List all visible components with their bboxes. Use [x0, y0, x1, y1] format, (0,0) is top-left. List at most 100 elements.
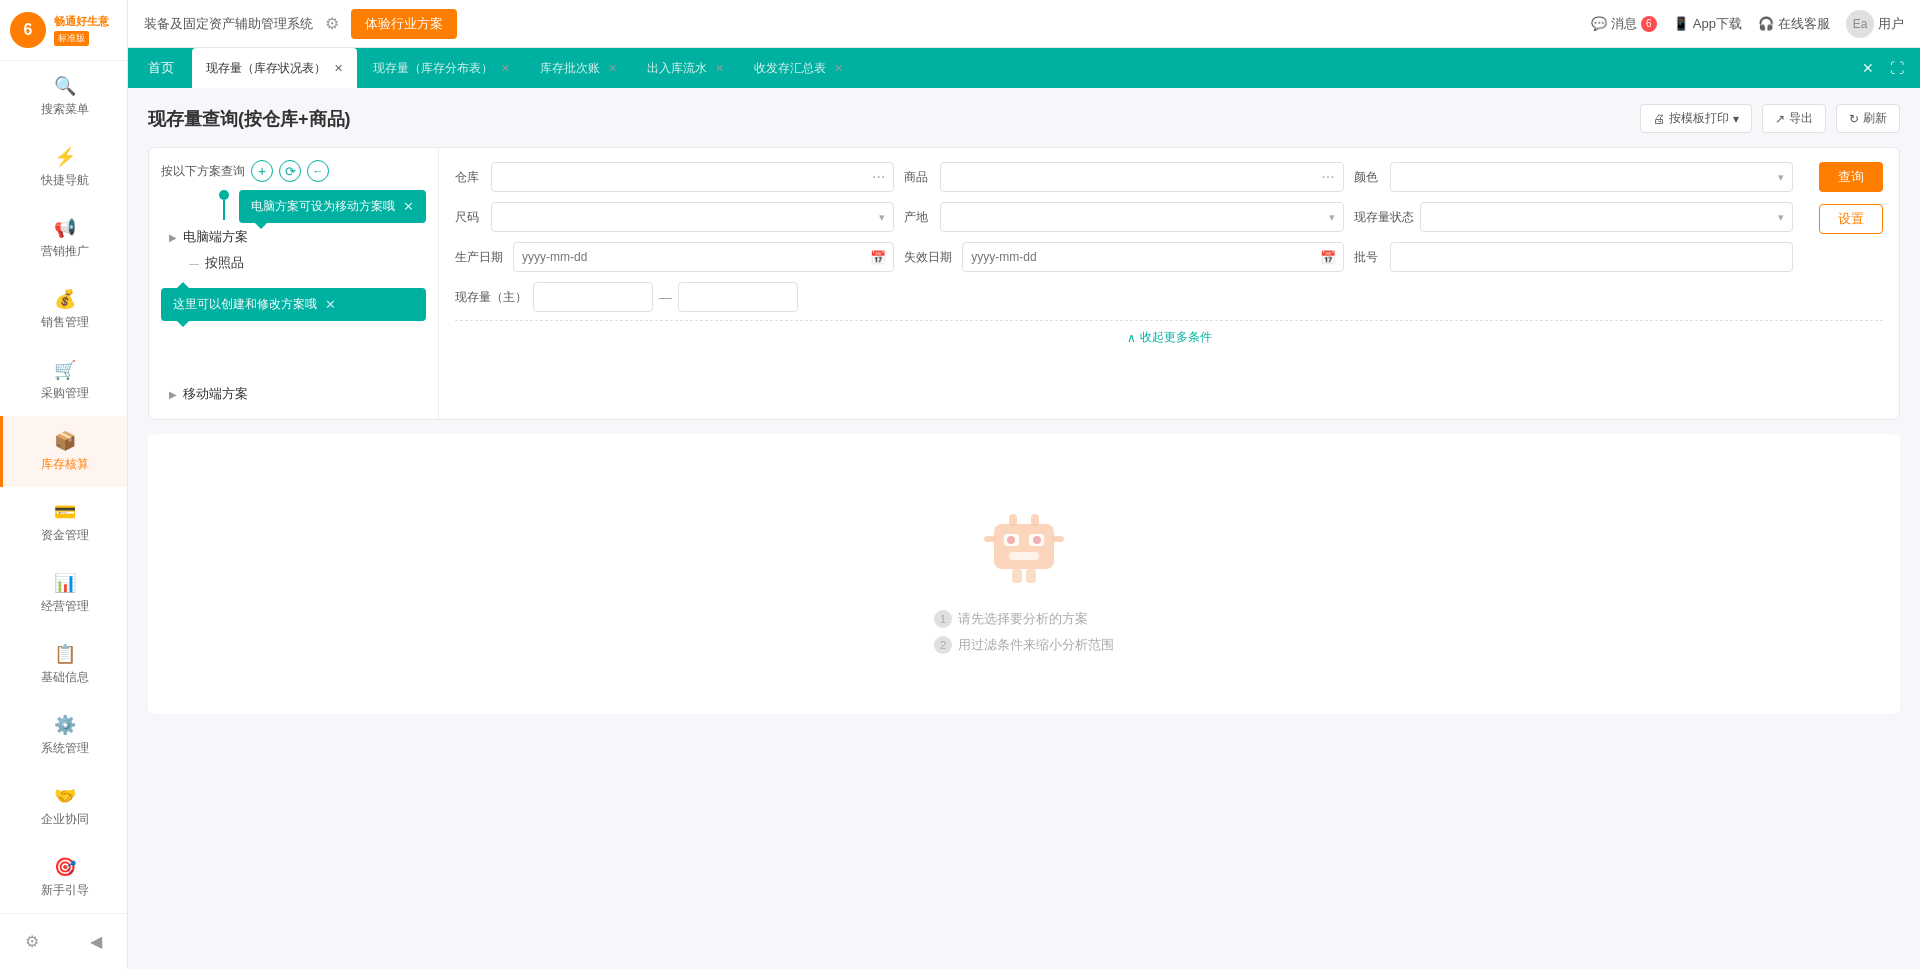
sidebar-item-guide[interactable]: 🎯 新手引导	[0, 842, 127, 913]
tab-close-batch-account[interactable]: ✕	[608, 62, 617, 75]
tab-close-flow[interactable]: ✕	[715, 62, 724, 75]
collapse-up-icon: ∧	[1127, 331, 1136, 345]
expire-date-input[interactable]	[962, 242, 1343, 272]
tab-inventory-dist[interactable]: 现存量（库存分布表） ✕	[359, 48, 524, 88]
print-icon: 🖨	[1653, 112, 1665, 126]
color-select[interactable]: ▾	[1390, 162, 1793, 192]
tooltip2-close[interactable]: ✕	[325, 297, 336, 312]
sidebar-settings-icon[interactable]: ⚙	[19, 926, 45, 957]
inv-main-from[interactable]	[533, 282, 653, 312]
topbar: 装备及固定资产辅助管理系统 ⚙ 体验行业方案 💬 消息 6 📱 App下载 🎧 …	[128, 0, 1920, 48]
inv-main-to[interactable]	[678, 282, 798, 312]
sidebar-item-basics[interactable]: 📋 基础信息	[0, 629, 127, 700]
filter-header-label: 按以下方案查询	[161, 163, 245, 180]
refresh-btn[interactable]: ↻ 刷新	[1836, 104, 1900, 133]
collapse-bar[interactable]: ∧ 收起更多条件	[455, 320, 1883, 354]
filter-row-1: 仓库 ··· 商品 ···	[455, 162, 1883, 192]
warehouse-dots[interactable]: ···	[872, 168, 885, 186]
tab-close-receive-summary[interactable]: ✕	[834, 62, 843, 75]
svg-rect-10	[1012, 569, 1022, 583]
expire-date-cal-icon[interactable]: 📅	[1320, 250, 1336, 265]
tab-expand-icon[interactable]: ⛶	[1886, 56, 1908, 80]
filter-field-expire-date: 失效日期 📅	[904, 242, 1343, 272]
color-label: 颜色	[1354, 169, 1384, 186]
empty-step1: 1 请先选择要分析的方案	[934, 610, 1114, 628]
svg-rect-11	[1026, 569, 1036, 583]
message-icon: 💬	[1591, 16, 1607, 31]
sidebar-item-system[interactable]: ⚙️ 系统管理	[0, 700, 127, 771]
filter-edit-button[interactable]: ⟳	[279, 160, 301, 182]
guide-icon: 🎯	[54, 856, 76, 878]
sidebar-collapse-icon[interactable]: ◀	[84, 926, 108, 957]
goods-dots[interactable]: ···	[1321, 168, 1334, 186]
mobile-scheme-node[interactable]: ▶ 移动端方案	[161, 381, 426, 407]
user-item[interactable]: Ea 用户	[1846, 10, 1904, 38]
prod-date-cal-icon[interactable]: 📅	[870, 250, 886, 265]
filter-main: 查询 设置 仓库 ··· 商品	[439, 148, 1899, 419]
tab-close-inventory-status[interactable]: ✕	[334, 62, 343, 75]
desktop-scheme-node[interactable]: ▶ 电脑端方案	[161, 224, 426, 250]
sidebar-item-marketing[interactable]: 📢 营销推广	[0, 203, 127, 274]
sidebar-nav: 🔍 搜索菜单 ⚡ 快捷导航 📢 营销推广 💰 销售管理 🛒 采购管理 📦	[0, 61, 127, 913]
svg-point-8	[1007, 536, 1015, 544]
page-header: 现存量查询(按仓库+商品) 🖨 按模板打印 ▾ ↗ 导出 ↻ 刷新	[148, 104, 1900, 133]
empty-state: 1 请先选择要分析的方案 2 用过滤条件来缩小分析范围	[148, 434, 1900, 714]
batch-input[interactable]	[1390, 242, 1793, 272]
filter-add-button[interactable]: +	[251, 160, 273, 182]
search-button[interactable]: 查询	[1819, 162, 1883, 192]
tabbar: 首页 现存量（库存状况表） ✕ 现存量（库存分布表） ✕ 库存批次账 ✕ 出入库…	[128, 48, 1920, 88]
filter-row-4: 现存量（主） —	[455, 282, 1883, 312]
filter-header: 按以下方案查询 + ⟳ ←	[161, 160, 426, 182]
desktop-sub-item[interactable]: — 按照品	[181, 250, 426, 276]
plan-button[interactable]: 体验行业方案	[351, 9, 457, 39]
svg-rect-0	[994, 524, 1054, 569]
desktop-arrow-icon: ▶	[169, 232, 177, 243]
expire-date-label: 失效日期	[904, 249, 956, 266]
message-item[interactable]: 💬 消息 6	[1591, 15, 1657, 33]
connector-line	[223, 200, 225, 220]
set-button[interactable]: 设置	[1819, 204, 1883, 234]
tab-flow[interactable]: 出入库流水 ✕	[633, 48, 738, 88]
tab-home[interactable]: 首页	[132, 48, 190, 88]
goods-label: 商品	[904, 169, 934, 186]
topbar-settings-icon[interactable]: ⚙	[325, 14, 339, 33]
tooltip1-close[interactable]: ✕	[403, 199, 414, 214]
sidebar-item-sales[interactable]: 💰 销售管理	[0, 274, 127, 345]
sidebar-item-quick-nav[interactable]: ⚡ 快捷导航	[0, 132, 127, 203]
sidebar-item-enterprise[interactable]: 🤝 企业协同	[0, 771, 127, 842]
sidebar: 6 畅通好生意 标准版 🔍 搜索菜单 ⚡ 快捷导航 📢 营销推广 💰 销售	[0, 0, 128, 969]
mobile-arrow-icon: ▶	[169, 389, 177, 400]
filter-field-size: 尺码 ▾	[455, 202, 894, 232]
page-title: 现存量查询(按仓库+商品)	[148, 107, 351, 131]
sidebar-item-purchase[interactable]: 🛒 采购管理	[0, 345, 127, 416]
tab-receive-summary[interactable]: 收发存汇总表 ✕	[740, 48, 857, 88]
print-btn[interactable]: 🖨 按模板打印 ▾	[1640, 104, 1752, 133]
search-menu-icon: 🔍	[54, 75, 76, 97]
origin-select[interactable]: ▾	[940, 202, 1343, 232]
tooltip2-popup: 这里可以创建和修改方案哦 ✕	[161, 288, 426, 321]
page-content: 现存量查询(按仓库+商品) 🖨 按模板打印 ▾ ↗ 导出 ↻ 刷新	[128, 88, 1920, 969]
sidebar-item-inventory[interactable]: 📦 库存核算	[0, 416, 127, 487]
filter-field-batch: 批号	[1354, 242, 1793, 272]
prod-date-input[interactable]	[513, 242, 894, 272]
sidebar-item-operations[interactable]: 📊 经营管理	[0, 558, 127, 629]
tab-close-all-icon[interactable]: ✕	[1858, 56, 1878, 80]
export-icon: ↗	[1775, 112, 1785, 126]
inventory-status-select[interactable]: ▾	[1420, 202, 1793, 232]
sales-icon: 💰	[54, 288, 76, 310]
online-support-item[interactable]: 🎧 在线客服	[1758, 15, 1830, 33]
mobile-scheme-node-wrap: ▶ 移动端方案	[161, 381, 426, 407]
filter-row-2: 尺码 ▾ 产地 ▾	[455, 202, 1883, 232]
sidebar-item-search-menu[interactable]: 🔍 搜索菜单	[0, 61, 127, 132]
filter-field-inv-main: 现存量（主） —	[455, 282, 1883, 312]
tab-close-inventory-dist[interactable]: ✕	[501, 62, 510, 75]
filter-arrow-button[interactable]: ←	[307, 160, 329, 182]
export-btn[interactable]: ↗ 导出	[1762, 104, 1826, 133]
sidebar-item-finance[interactable]: 💳 资金管理	[0, 487, 127, 558]
tab-inventory-status[interactable]: 现存量（库存状况表） ✕	[192, 48, 357, 88]
filter-field-inventory-status: 现存量状态 ▾	[1354, 202, 1793, 232]
tab-batch-account[interactable]: 库存批次账 ✕	[526, 48, 631, 88]
app-download-item[interactable]: 📱 App下载	[1673, 15, 1742, 33]
logo: 6 畅通好生意 标准版	[0, 0, 127, 61]
size-select[interactable]: ▾	[491, 202, 894, 232]
